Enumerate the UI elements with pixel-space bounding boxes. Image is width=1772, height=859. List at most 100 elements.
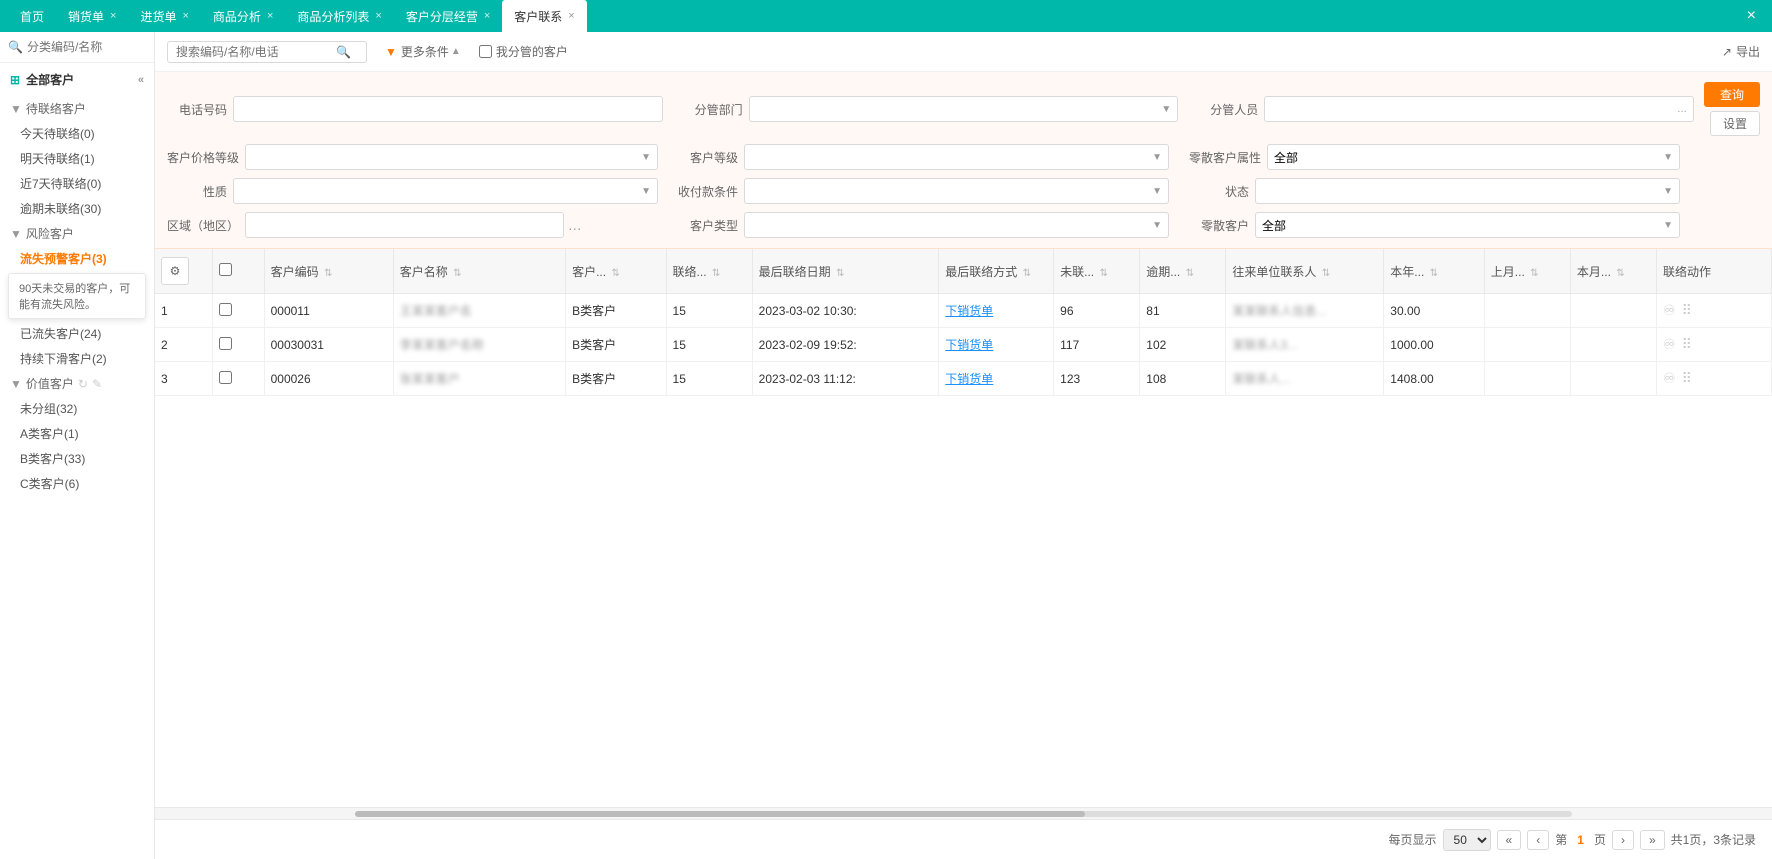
settings-btn[interactable]: 设置 <box>1710 111 1760 136</box>
last-method-link-1[interactable]: 下销货单 <box>945 304 993 318</box>
tab-goods-analysis-list[interactable]: 商品分析列表 × <box>285 0 393 32</box>
th-checkbox[interactable] <box>212 249 264 294</box>
filter-nature-select[interactable]: ▼ <box>233 178 658 204</box>
sidebar-group-value-customers[interactable]: ▼ 价值客户 ↻ ✎ <box>0 371 154 396</box>
td-last-method-3[interactable]: 下销货单 <box>939 362 1054 396</box>
scrollbar-thumb[interactable] <box>355 811 1085 817</box>
query-btn[interactable]: 查询 <box>1704 82 1760 107</box>
last-page-btn[interactable]: » <box>1640 830 1665 850</box>
sidebar-item-class-b[interactable]: B类客户(33) <box>0 446 154 471</box>
td-last-method-1[interactable]: 下销货单 <box>939 294 1054 328</box>
tab-sales[interactable]: 销货单 × <box>56 0 128 32</box>
more-icon-3[interactable]: ⠿ <box>1682 370 1692 387</box>
first-page-btn[interactable]: « <box>1497 830 1522 850</box>
more-conditions-btn[interactable]: ▼ 更多条件 ▲ <box>375 40 471 63</box>
blurred-name-1: 王某某客户名 <box>400 304 472 318</box>
sidebar-group-risk-customers[interactable]: ▼ 风险客户 <box>0 221 154 246</box>
filter-person-select[interactable]: … <box>1264 96 1694 122</box>
th-code[interactable]: 客户编码 ⇅ <box>264 249 393 294</box>
contact-icon-2[interactable]: ♾ <box>1663 336 1676 353</box>
sidebar-item-today[interactable]: 今天待联络(0) <box>0 121 154 146</box>
collapse-icon[interactable]: « <box>138 74 144 86</box>
close-tab-customer-segment[interactable]: × <box>484 10 490 22</box>
filter-price-level-select[interactable]: ▼ <box>245 144 658 170</box>
next-page-btn[interactable]: › <box>1612 830 1634 850</box>
edit-icon[interactable]: ✎ <box>92 377 102 391</box>
sidebar-item-class-a[interactable]: A类客户(1) <box>0 421 154 446</box>
td-check-3[interactable] <box>212 362 264 396</box>
close-tab-purchase[interactable]: × <box>182 10 188 22</box>
tab-customer-contact[interactable]: 客户联系 × <box>502 0 586 32</box>
my-customers-filter[interactable]: 我分管的客户 <box>479 43 568 60</box>
row-checkbox-3[interactable] <box>219 371 232 384</box>
th-settings[interactable]: ⚙ <box>155 249 212 294</box>
page-size-select[interactable]: 50 <box>1443 829 1491 851</box>
sidebar-group-pending-contact[interactable]: ▼ 待联络客户 <box>0 96 154 121</box>
close-tab-sales[interactable]: × <box>110 10 116 22</box>
th-last-date[interactable]: 最后联络日期 ⇅ <box>752 249 939 294</box>
contact-icon-1[interactable]: ♾ <box>1663 302 1676 319</box>
select-all-checkbox[interactable] <box>219 263 232 276</box>
region-dots[interactable]: … <box>568 217 582 233</box>
td-last-method-2[interactable]: 下销货单 <box>939 328 1054 362</box>
tab-goods-analysis[interactable]: 商品分析 × <box>201 0 285 32</box>
th-last-method[interactable]: 最后联络方式 ⇅ <box>939 249 1054 294</box>
filter-phone-input[interactable] <box>233 96 663 122</box>
filter-scatter-attr-select[interactable]: 全部 ▼ <box>1267 144 1680 170</box>
th-type[interactable]: 客户... ⇅ <box>566 249 666 294</box>
more-icon-2[interactable]: ⠿ <box>1682 336 1692 353</box>
sidebar-item-tomorrow[interactable]: 明天待联络(1) <box>0 146 154 171</box>
th-contact[interactable]: 联络... ⇅ <box>666 249 752 294</box>
horizontal-scrollbar[interactable] <box>155 807 1772 819</box>
close-tab-goods-analysis-list[interactable]: × <box>375 10 381 22</box>
app-close-button[interactable]: × <box>1739 7 1764 25</box>
td-check-2[interactable] <box>212 328 264 362</box>
th-this-month[interactable]: 本月... ⇅ <box>1570 249 1656 294</box>
th-name[interactable]: 客户名称 ⇅ <box>393 249 565 294</box>
filter-search-icon[interactable]: 🔍 <box>336 45 351 59</box>
th-overdue[interactable]: 逾期... ⇅ <box>1140 249 1226 294</box>
sidebar-item-churned[interactable]: 已流失客户(24) <box>0 321 154 346</box>
close-tab-goods-analysis[interactable]: × <box>267 10 273 22</box>
filter-dept-select[interactable]: ▼ <box>749 96 1179 122</box>
filter-customer-type-select[interactable]: ▼ <box>744 212 1169 238</box>
export-btn[interactable]: ↗ 导出 <box>1722 43 1760 60</box>
th-unit[interactable]: 往来单位联系人 ⇅ <box>1226 249 1384 294</box>
scrollbar-track[interactable] <box>355 811 1572 817</box>
row-checkbox-1[interactable] <box>219 303 232 316</box>
th-year-sale[interactable]: 本年... ⇅ <box>1384 249 1484 294</box>
prev-page-btn[interactable]: ‹ <box>1527 830 1549 850</box>
more-icon-1[interactable]: ⠿ <box>1682 302 1692 319</box>
sidebar-all-customers[interactable]: ⊞ 全部客户 « <box>0 63 154 96</box>
row-checkbox-2[interactable] <box>219 337 232 350</box>
tab-customer-segment[interactable]: 客户分层经营 × <box>394 0 502 32</box>
close-tab-customer-contact[interactable]: × <box>568 10 574 22</box>
tab-purchase[interactable]: 进货单 × <box>128 0 200 32</box>
filter-scatter-select[interactable]: 全部 ▼ <box>1255 212 1680 238</box>
th-year-sale-label: 本年... <box>1390 265 1424 279</box>
th-unlinked[interactable]: 未联... ⇅ <box>1054 249 1140 294</box>
td-check-1[interactable] <box>212 294 264 328</box>
filter-customer-level-select[interactable]: ▼ <box>744 144 1169 170</box>
filter-person-label: 分管人员 <box>1198 101 1258 118</box>
sidebar-item-ungrouped[interactable]: 未分组(32) <box>0 396 154 421</box>
filter-payment-select[interactable]: ▼ <box>744 178 1169 204</box>
sidebar-item-declining[interactable]: 持续下滑客户(2) <box>0 346 154 371</box>
top-nav: 首页 销货单 × 进货单 × 商品分析 × 商品分析列表 × 客户分层经营 × … <box>0 0 1772 32</box>
sidebar-item-churn-warning[interactable]: 流失预警客户(3) <box>0 246 154 271</box>
tab-home[interactable]: 首页 <box>8 0 56 32</box>
filter-search-input[interactable] <box>176 45 336 59</box>
sidebar-item-overdue-contact[interactable]: 逾期未联络(30) <box>0 196 154 221</box>
table-settings-btn[interactable]: ⚙ <box>161 257 189 285</box>
contact-icon-3[interactable]: ♾ <box>1663 370 1676 387</box>
th-last-month[interactable]: 上月... ⇅ <box>1484 249 1570 294</box>
filter-region-input[interactable] <box>245 212 564 238</box>
sidebar-item-week[interactable]: 近7天待联络(0) <box>0 171 154 196</box>
last-method-link-3[interactable]: 下销货单 <box>945 372 993 386</box>
my-customers-checkbox[interactable] <box>479 45 492 58</box>
sidebar-item-class-c[interactable]: C类客户(6) <box>0 471 154 496</box>
sidebar-search-input[interactable] <box>27 40 155 54</box>
refresh-icon[interactable]: ↻ <box>78 377 88 391</box>
last-method-link-2[interactable]: 下销货单 <box>945 338 993 352</box>
filter-status-select[interactable]: ▼ <box>1255 178 1680 204</box>
